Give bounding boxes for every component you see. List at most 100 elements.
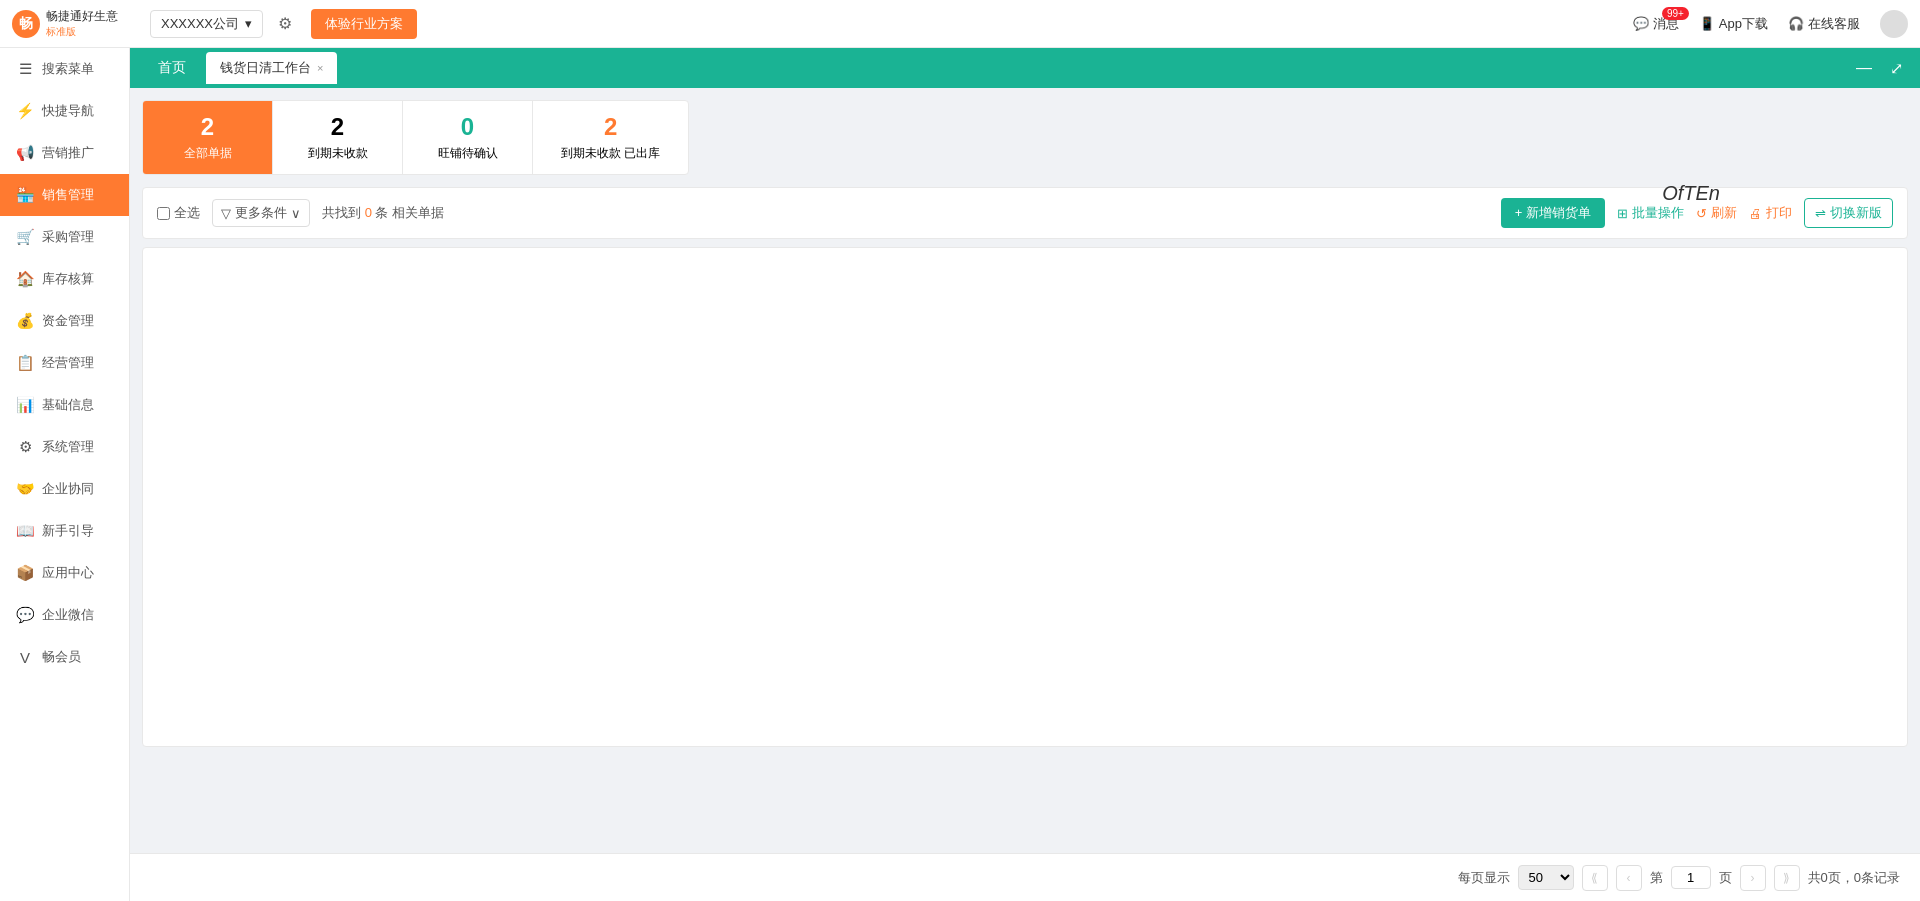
sidebar-item-search[interactable]: ☰ 搜索菜单 — [0, 48, 129, 90]
main-content: 2 全部单据 2 到期未收款 0 旺铺待确认 2 到期未收款 已出库 全选 ▽ … — [130, 88, 1920, 901]
found-count: 0 — [365, 205, 372, 220]
sidebar-item-sales[interactable]: 🏪 销售管理 — [0, 174, 129, 216]
switch-version-button[interactable]: ⇌ 切换新版 — [1804, 198, 1893, 228]
toolbar: 全选 ▽ 更多条件 ∨ 共找到 0 条 相关单据 + 新增销货单 ⊞ 批量操作 … — [142, 187, 1908, 239]
page-label: 第 — [1650, 869, 1663, 887]
stat-out-label: 到期未收款 已出库 — [561, 145, 660, 162]
sidebar-item-wechat[interactable]: 💬 企业微信 — [0, 594, 129, 636]
pagination: 每页显示 50 100 200 ⟪ ‹ 第 页 › ⟫ 共0页，0条记录 — [130, 853, 1920, 901]
search-icon: ☰ — [16, 60, 34, 78]
sidebar-item-finance[interactable]: 💰 资金管理 — [0, 300, 129, 342]
inventory-icon: 🏠 — [16, 270, 34, 288]
often-text: OfTEn — [1662, 182, 1720, 205]
stat-overdue[interactable]: 2 到期未收款 — [273, 101, 403, 174]
message-button[interactable]: 💬 消息 99+ — [1633, 15, 1679, 33]
stat-out-num: 2 — [561, 113, 660, 141]
tab-minimize-button[interactable]: — — [1852, 56, 1876, 80]
filter-icon: ▽ — [221, 206, 231, 221]
stat-overdue-num: 2 — [301, 113, 374, 141]
avatar-image — [1880, 10, 1908, 38]
add-sales-button[interactable]: + 新增销货单 — [1501, 198, 1605, 228]
batch-operation-button[interactable]: ⊞ 批量操作 — [1617, 204, 1684, 222]
page-suffix: 页 — [1719, 869, 1732, 887]
next-page-button[interactable]: › — [1740, 865, 1766, 891]
chevron-down-icon: ▾ — [245, 16, 252, 31]
user-avatar[interactable] — [1880, 10, 1908, 38]
stat-overdue-label: 到期未收款 — [301, 145, 374, 162]
refresh-icon: ↺ — [1696, 206, 1707, 221]
tab-close-icon[interactable]: × — [317, 62, 323, 74]
sidebar-item-purchase[interactable]: 🛒 采购管理 — [0, 216, 129, 258]
guide-icon: 📖 — [16, 522, 34, 540]
logo-icon: 畅 — [12, 10, 40, 38]
batch-icon: ⊞ — [1617, 206, 1628, 221]
tab-bar-right: — ⤢ — [1852, 56, 1908, 80]
refresh-button[interactable]: ↺ 刷新 — [1696, 204, 1737, 222]
stat-wangpu-label: 旺铺待确认 — [431, 145, 504, 162]
tab-maximize-button[interactable]: ⤢ — [1884, 56, 1908, 80]
print-icon: 🖨 — [1749, 206, 1762, 221]
operations-icon: 📋 — [16, 354, 34, 372]
first-page-button[interactable]: ⟪ — [1582, 865, 1608, 891]
app-download-button[interactable]: 📱 App下载 — [1699, 15, 1768, 33]
print-button[interactable]: 🖨 打印 — [1749, 204, 1792, 222]
switch-icon: ⇌ — [1815, 206, 1826, 221]
sidebar-item-basic-info[interactable]: 📊 基础信息 — [0, 384, 129, 426]
last-page-button[interactable]: ⟫ — [1774, 865, 1800, 891]
per-page-label: 每页显示 — [1458, 869, 1510, 887]
prev-page-button[interactable]: ‹ — [1616, 865, 1642, 891]
logo-area: 畅 畅捷通好生意 标准版 — [12, 9, 142, 38]
sidebar-item-guide[interactable]: 📖 新手引导 — [0, 510, 129, 552]
company-selector[interactable]: XXXXXX公司 ▾ — [150, 10, 263, 38]
sidebar-item-member[interactable]: V 畅会员 — [0, 636, 129, 678]
filter-chevron-icon: ∨ — [291, 206, 301, 221]
sidebar-item-quick-nav[interactable]: ⚡ 快捷导航 — [0, 90, 129, 132]
experience-button[interactable]: 体验行业方案 — [311, 9, 417, 39]
page-number-input[interactable] — [1671, 866, 1711, 889]
system-icon: ⚙ — [16, 438, 34, 456]
quick-nav-icon: ⚡ — [16, 102, 34, 120]
basic-info-icon: 📊 — [16, 396, 34, 414]
purchase-icon: 🛒 — [16, 228, 34, 246]
top-header: 畅 畅捷通好生意 标准版 XXXXXX公司 ▾ ⚙ 体验行业方案 💬 消息 99… — [0, 0, 1920, 48]
tab-bar: 首页 钱货日清工作台 × — ⤢ — [130, 48, 1920, 88]
sidebar-item-inventory[interactable]: 🏠 库存核算 — [0, 258, 129, 300]
wechat-icon: 💬 — [16, 606, 34, 624]
select-all-checkbox[interactable]: 全选 — [157, 204, 200, 222]
finance-icon: 💰 — [16, 312, 34, 330]
stat-out[interactable]: 2 到期未收款 已出库 — [533, 101, 688, 174]
stat-wangpu[interactable]: 0 旺铺待确认 — [403, 101, 533, 174]
message-badge: 99+ — [1662, 7, 1689, 20]
found-text: 共找到 0 条 相关单据 — [322, 204, 444, 222]
per-page-select[interactable]: 50 100 200 — [1518, 865, 1574, 890]
sidebar-item-app-center[interactable]: 📦 应用中心 — [0, 552, 129, 594]
stat-wangpu-num: 0 — [431, 113, 504, 141]
marketing-icon: 📢 — [16, 144, 34, 162]
sales-icon: 🏪 — [16, 186, 34, 204]
tab-qianhuoriqing[interactable]: 钱货日清工作台 × — [206, 52, 337, 84]
member-icon: V — [16, 649, 34, 666]
sidebar-item-system[interactable]: ⚙ 系统管理 — [0, 426, 129, 468]
stat-all-num: 2 — [171, 113, 244, 141]
table-area — [142, 247, 1908, 747]
sidebar: ☰ 搜索菜单 ⚡ 快捷导航 📢 营销推广 🏪 销售管理 🛒 采购管理 🏠 库存核… — [0, 48, 130, 901]
sidebar-item-marketing[interactable]: 📢 营销推广 — [0, 132, 129, 174]
service-icon: 🎧 — [1788, 16, 1804, 31]
online-service-button[interactable]: 🎧 在线客服 — [1788, 15, 1860, 33]
download-icon: 📱 — [1699, 16, 1715, 31]
tab-home[interactable]: 首页 — [142, 48, 202, 88]
sidebar-item-enterprise[interactable]: 🤝 企业协同 — [0, 468, 129, 510]
stat-all[interactable]: 2 全部单据 — [143, 101, 273, 174]
select-all-input[interactable] — [157, 207, 170, 220]
app-center-icon: 📦 — [16, 564, 34, 582]
more-filter-button[interactable]: ▽ 更多条件 ∨ — [212, 199, 310, 227]
enterprise-icon: 🤝 — [16, 480, 34, 498]
sidebar-item-operations[interactable]: 📋 经营管理 — [0, 342, 129, 384]
total-records: 共0页，0条记录 — [1808, 869, 1900, 887]
stat-all-label: 全部单据 — [171, 145, 244, 162]
stats-row: 2 全部单据 2 到期未收款 0 旺铺待确认 2 到期未收款 已出库 — [142, 100, 689, 175]
header-right: 💬 消息 99+ 📱 App下载 🎧 在线客服 — [1633, 10, 1908, 38]
settings-button[interactable]: ⚙ — [271, 10, 299, 38]
logo-text: 畅捷通好生意 标准版 — [46, 9, 118, 38]
message-icon: 💬 — [1633, 16, 1649, 31]
